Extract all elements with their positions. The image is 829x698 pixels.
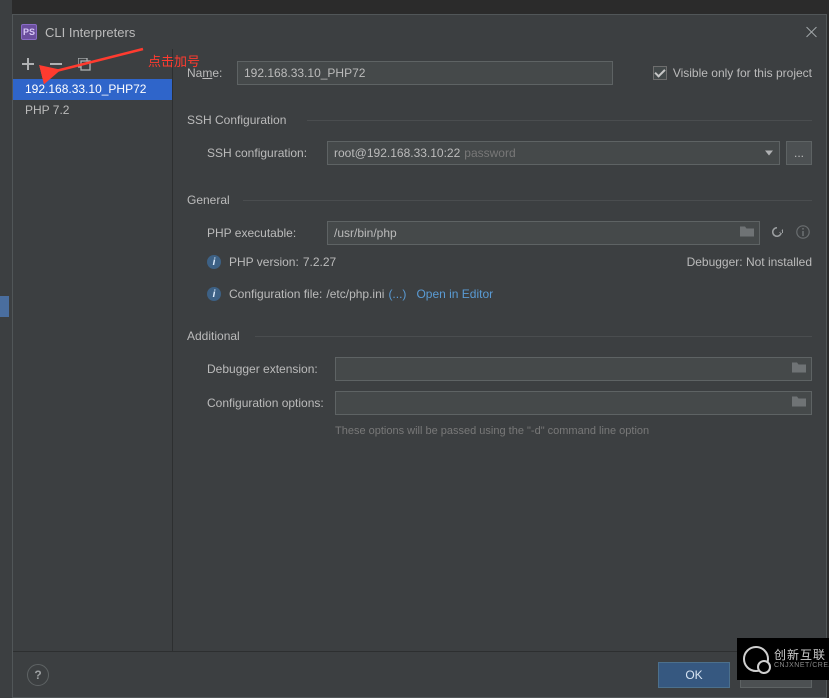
background-strip bbox=[0, 0, 12, 698]
cli-interpreters-dialog: PS CLI Interpreters 点击加号 bbox=[12, 14, 827, 698]
close-icon[interactable] bbox=[804, 24, 820, 40]
php-version-label: PHP version: bbox=[229, 255, 299, 269]
ssh-browse-button[interactable]: ... bbox=[786, 141, 812, 165]
config-more-link[interactable]: (...) bbox=[388, 287, 406, 301]
php-exe-input[interactable] bbox=[327, 221, 760, 245]
help-button[interactable]: ? bbox=[27, 664, 49, 686]
sidebar: 192.168.33.10_PHP72 PHP 7.2 bbox=[13, 49, 173, 651]
sidebar-item-0[interactable]: 192.168.33.10_PHP72 bbox=[13, 79, 172, 100]
copy-icon[interactable] bbox=[75, 55, 93, 73]
name-input[interactable] bbox=[237, 61, 613, 85]
ssh-config-label: SSH configuration: bbox=[207, 146, 327, 160]
interpreter-list: 192.168.33.10_PHP72 PHP 7.2 bbox=[13, 79, 172, 651]
folder-icon[interactable] bbox=[740, 226, 754, 241]
debugger-ext-label: Debugger extension: bbox=[207, 362, 335, 376]
debugger-label: Debugger: bbox=[687, 255, 743, 269]
main-panel: Name: Visible only for this project SSH … bbox=[173, 49, 826, 651]
config-opts-hint: These options will be passed using the "… bbox=[335, 425, 812, 437]
watermark-text-2: CNJXNET/CREATIVE bbox=[774, 662, 829, 670]
info-icon bbox=[796, 225, 812, 241]
remove-icon[interactable] bbox=[47, 55, 65, 73]
config-opts-label: Configuration options: bbox=[207, 396, 335, 410]
php-exe-label: PHP executable: bbox=[207, 226, 327, 240]
sidebar-item-1[interactable]: PHP 7.2 bbox=[13, 100, 172, 121]
watermark-text-1: 创新互联 bbox=[774, 649, 829, 662]
section-additional: Additional bbox=[187, 329, 812, 343]
annotation-text: 点击加号 bbox=[148, 51, 200, 70]
visible-only-label: Visible only for this project bbox=[673, 66, 812, 80]
ssh-config-hint: password bbox=[464, 146, 515, 160]
folder-icon[interactable] bbox=[792, 362, 806, 377]
phpstorm-icon: PS bbox=[21, 24, 37, 40]
config-file-label: Configuration file: bbox=[229, 287, 322, 301]
ssh-config-value: root@192.168.33.10:22 bbox=[334, 146, 460, 160]
php-version-value: 7.2.27 bbox=[303, 255, 336, 269]
add-icon[interactable] bbox=[19, 55, 37, 73]
dialog-title: CLI Interpreters bbox=[45, 25, 135, 40]
info-badge-icon: i bbox=[207, 287, 221, 301]
open-in-editor-link[interactable]: Open in Editor bbox=[416, 287, 493, 301]
dialog-footer: ? OK Cancel bbox=[13, 651, 826, 697]
ok-button[interactable]: OK bbox=[658, 662, 730, 688]
chevron-down-icon bbox=[765, 151, 773, 156]
watermark: 创新互联 CNJXNET/CREATIVE bbox=[737, 638, 829, 680]
section-ssh: SSH Configuration bbox=[187, 113, 812, 127]
watermark-logo-icon bbox=[743, 646, 769, 672]
config-opts-input[interactable] bbox=[335, 391, 812, 415]
config-file-value: /etc/php.ini bbox=[326, 287, 384, 301]
ssh-config-combo[interactable]: root@192.168.33.10:22 password bbox=[327, 141, 780, 165]
reload-icon[interactable] bbox=[770, 225, 786, 241]
info-badge-icon: i bbox=[207, 255, 221, 269]
debugger-ext-input[interactable] bbox=[335, 357, 812, 381]
debugger-value: Not installed bbox=[746, 255, 812, 269]
folder-icon[interactable] bbox=[792, 396, 806, 411]
visible-only-checkbox[interactable] bbox=[653, 66, 667, 80]
section-general: General bbox=[187, 193, 812, 207]
titlebar: PS CLI Interpreters bbox=[13, 15, 826, 49]
